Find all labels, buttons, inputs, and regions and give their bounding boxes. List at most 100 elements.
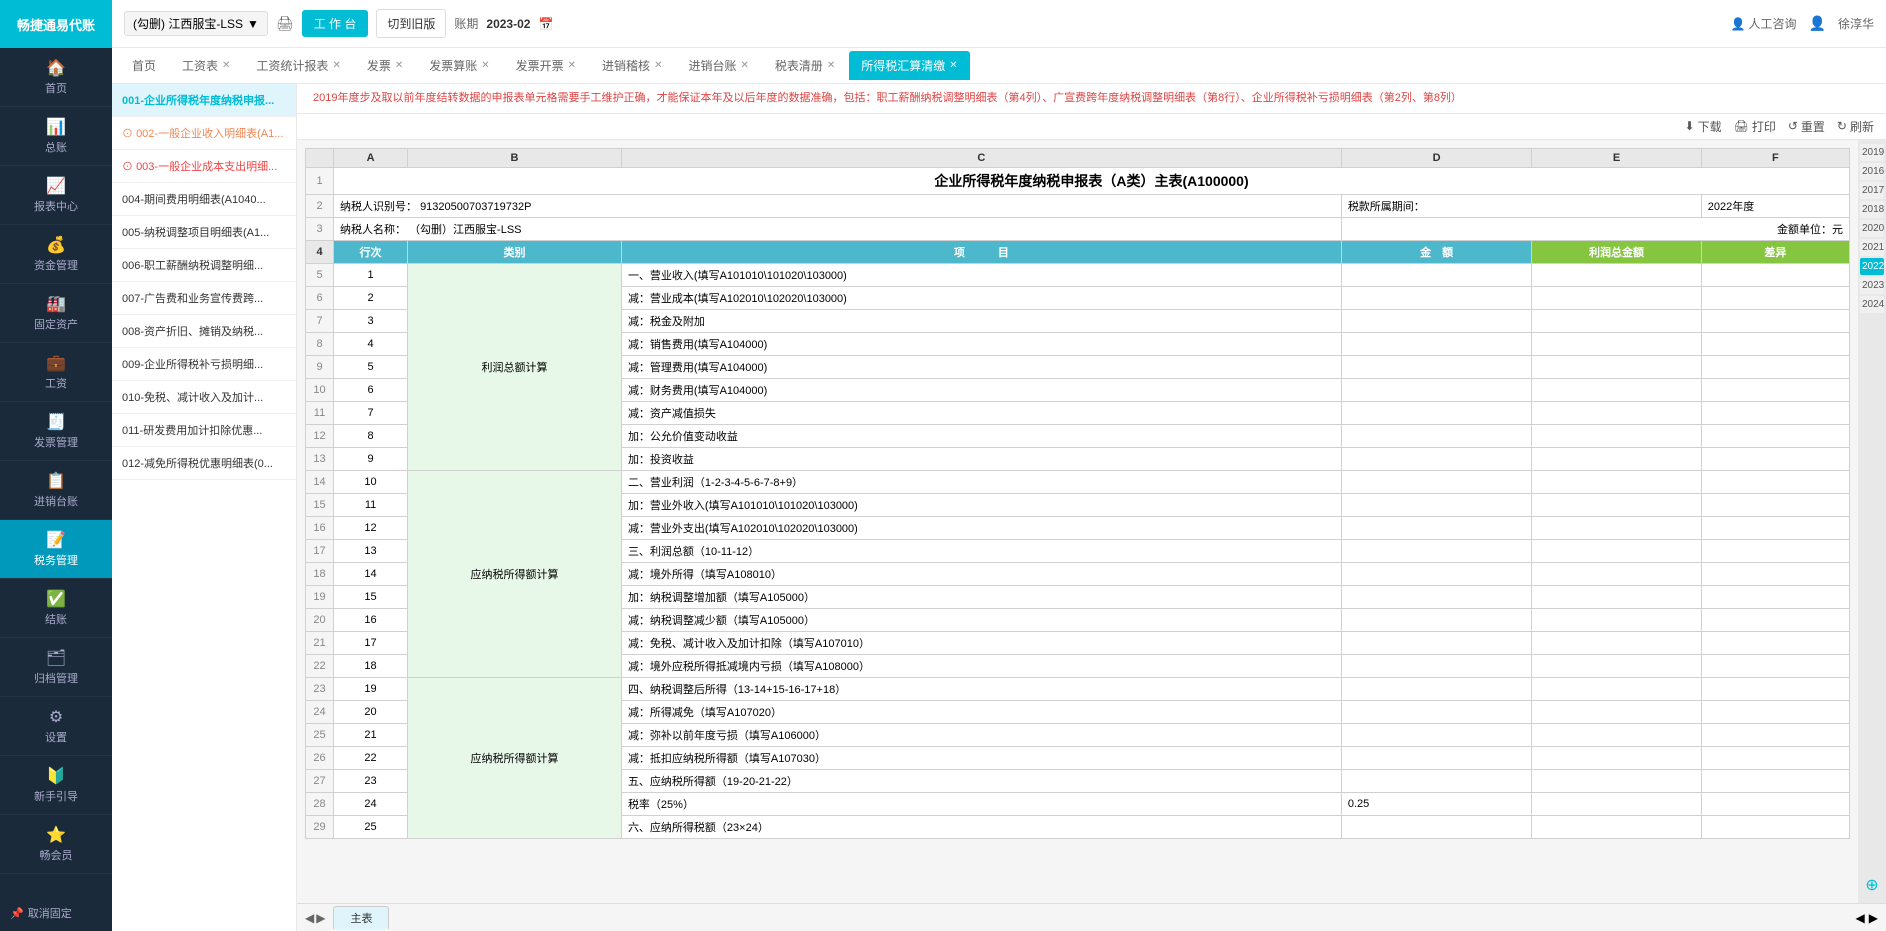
row-num-3: 3 (306, 217, 334, 240)
left-panel-item-007[interactable]: 007-广告费和业务宣传费跨... (112, 282, 296, 315)
bottom-tab-main[interactable]: 主表 (333, 906, 389, 929)
calendar-icon[interactable]: 📅 (538, 17, 553, 31)
year-2023[interactable]: 2023 (1860, 277, 1884, 294)
tabbar: 首页 工资表 ✕ 工资统计报表 ✕ 发票 ✕ 发票算账 ✕ 发票开票 ✕ 进销稽… (112, 48, 1886, 84)
tab-home[interactable]: 首页 (120, 51, 168, 80)
left-panel-item-011[interactable]: 011-研发费用加计扣除优惠... (112, 414, 296, 447)
reset-button[interactable]: ↺ 重置 (1788, 118, 1825, 135)
print-button[interactable]: 🖨 打印 (1734, 118, 1776, 135)
tab-income-tax[interactable]: 所得税汇算清缴 ✕ (849, 51, 969, 80)
salary-icon: 💼 (46, 353, 66, 373)
sidebar-item-member[interactable]: ⭐ 畅会员 (0, 815, 112, 874)
tab-tax-clear[interactable]: 税表清册 ✕ (763, 51, 847, 80)
sidebar-item-assets-label: 固定资产 (34, 316, 78, 332)
sidebar-item-settings[interactable]: ⚙ 设置 (0, 697, 112, 756)
ai-consult[interactable]: 👤 人工咨询 (1731, 15, 1797, 32)
year-2022[interactable]: 2022 (1860, 258, 1884, 275)
left-panel-item-004[interactable]: 004-期间费用明细表(A1040... (112, 183, 296, 216)
sidebar-item-ledger-label: 总账 (45, 139, 67, 155)
tab-sales-ledger[interactable]: 进销台账 ✕ (676, 51, 760, 80)
sidebar-item-reports[interactable]: 📈 报表中心 (0, 166, 112, 225)
left-panel-item-001[interactable]: 001-企业所得税年度纳税申报... (112, 84, 296, 117)
tab-salary[interactable]: 工资表 ✕ (170, 51, 242, 80)
company-selector[interactable]: (勾删) 江西服宝-LSS ▼ (124, 11, 268, 36)
category-taxable: 应纳税所得额计算 (408, 470, 622, 677)
sidebar-item-home-label: 首页 (45, 80, 67, 96)
tab-invoice-calc-close[interactable]: ✕ (481, 60, 489, 71)
switch-old-button[interactable]: 切到旧版 (376, 9, 446, 38)
tab-income-tax-close[interactable]: ✕ (949, 60, 957, 71)
taxpayer-id-row: 2 纳税人识别号： 91320500703719732P 税款所属期间： 202… (306, 194, 1850, 217)
tab-sales-check[interactable]: 进销稽核 ✕ (590, 51, 674, 80)
scroll-left-icon[interactable]: ◀ (1856, 911, 1865, 925)
col-header-e: E (1532, 148, 1701, 167)
fixed-assets-icon: 🏭 (46, 294, 66, 314)
left-panel-item-012[interactable]: 012-减免所得税优惠明细表(0... (112, 447, 296, 480)
tab-salary-stat[interactable]: 工资统计报表 ✕ (244, 51, 352, 80)
sidebar-item-fund[interactable]: 💰 资金管理 (0, 225, 112, 284)
year-2019[interactable]: 2019 (1860, 144, 1884, 161)
account-period-label: 账期 (454, 15, 478, 32)
table-wrapper: A B C D E F 1 企业所 (297, 140, 1858, 904)
left-panel-item-005[interactable]: 005-纳税调整项目明细表(A1... (112, 216, 296, 249)
left-panel-item-010[interactable]: 010-免税、减计收入及加计... (112, 381, 296, 414)
sheet-area: 2019年度步及取以前年度结转数据的申报表单元格需要手工维护正确，才能保证本年及… (297, 84, 1886, 931)
scroll-right-icon[interactable]: ▶ (1869, 911, 1878, 925)
sidebar-item-invoice[interactable]: 🧾 发票管理 (0, 402, 112, 461)
print-icon2: 🖨 (1734, 119, 1749, 133)
data-header-hang: 行次 (334, 240, 408, 263)
col-header-f: F (1701, 148, 1849, 167)
left-panel-item-002[interactable]: ⊙ 002-一般企业收入明细表(A1... (112, 117, 296, 150)
year-2017[interactable]: 2017 (1860, 182, 1884, 199)
left-panel-item-008[interactable]: 008-资产折旧、摊销及纳税... (112, 315, 296, 348)
sidebar-item-general-ledger[interactable]: 📊 总账 (0, 107, 112, 166)
sidebar-item-tax[interactable]: 📝 税务管理 (0, 520, 112, 579)
refresh-icon: ↻ (1837, 119, 1847, 133)
col-header-a: A (334, 148, 408, 167)
year-2016[interactable]: 2016 (1860, 163, 1884, 180)
workbench-button[interactable]: 工 作 台 (302, 10, 369, 37)
tab-sales-check-close[interactable]: ✕ (654, 60, 662, 71)
print-icon[interactable]: 🖨 (276, 15, 294, 32)
sidebar-item-archive[interactable]: 🗂 归档管理 (0, 638, 112, 697)
expand-years-button[interactable]: ⊕ (1861, 871, 1882, 899)
tab-invoice[interactable]: 发票 ✕ (355, 51, 415, 80)
data-header-rownum: 4 (306, 240, 334, 263)
sidebar-item-invoice-label: 发票管理 (34, 434, 78, 450)
nav-arrow-right[interactable]: ▶ (316, 911, 325, 925)
download-button[interactable]: ⬇ 下载 (1685, 118, 1722, 135)
year-2020[interactable]: 2020 (1860, 220, 1884, 237)
tab-tax-clear-close[interactable]: ✕ (827, 60, 835, 71)
sidebar-item-home[interactable]: 🏠 首页 (0, 48, 112, 107)
tab-salary-stat-close[interactable]: ✕ (332, 60, 340, 71)
sidebar-item-settle[interactable]: ✅ 结账 (0, 579, 112, 638)
year-2018[interactable]: 2018 (1860, 201, 1884, 218)
refresh-button[interactable]: ↻ 刷新 (1837, 118, 1874, 135)
tab-invoice-open-close[interactable]: ✕ (568, 60, 576, 71)
left-panel-item-009[interactable]: 009-企业所得税补亏损明细... (112, 348, 296, 381)
sidebar-item-guide[interactable]: 🔰 新手引导 (0, 756, 112, 815)
unpin-icon: 📌 (10, 907, 24, 920)
tab-salary-close[interactable]: ✕ (222, 60, 230, 71)
tab-invoice-close[interactable]: ✕ (395, 60, 403, 71)
left-panel-item-003[interactable]: ⊙ 003-一般企业成本支出明细... (112, 150, 296, 183)
year-2024[interactable]: 2024 (1860, 296, 1884, 313)
unpin-button[interactable]: 📌 取消固定 (0, 895, 112, 931)
tab-invoice-open[interactable]: 发票开票 ✕ (504, 51, 588, 80)
col-header-c: C (621, 148, 1341, 167)
left-panel-item-006[interactable]: 006-职工薪酬纳税调整明细... (112, 249, 296, 282)
sales-icon: 📋 (46, 471, 66, 491)
currency-cell: 金额单位：元 (1341, 217, 1849, 240)
category-deduct: 应纳税所得额计算 (408, 677, 622, 838)
sidebar-item-salary[interactable]: 💼 工资 (0, 343, 112, 402)
year-2021[interactable]: 2021 (1860, 239, 1884, 256)
nav-arrow-left[interactable]: ◀ (305, 911, 314, 925)
main-content: (勾删) 江西服宝-LSS ▼ 🖨 工 作 台 切到旧版 账期 2023-02 … (112, 0, 1886, 931)
tab-invoice-calc[interactable]: 发票算账 ✕ (417, 51, 501, 80)
sheet-toolbar: ⬇ 下载 🖨 打印 ↺ 重置 ↻ 刷新 (297, 114, 1886, 140)
col-header-rownum (306, 148, 334, 167)
fund-icon: 💰 (46, 235, 66, 255)
sidebar-item-fixed-assets[interactable]: 🏭 固定资产 (0, 284, 112, 343)
tab-sales-ledger-close[interactable]: ✕ (740, 60, 748, 71)
sidebar-item-sales[interactable]: 📋 进销台账 (0, 461, 112, 520)
